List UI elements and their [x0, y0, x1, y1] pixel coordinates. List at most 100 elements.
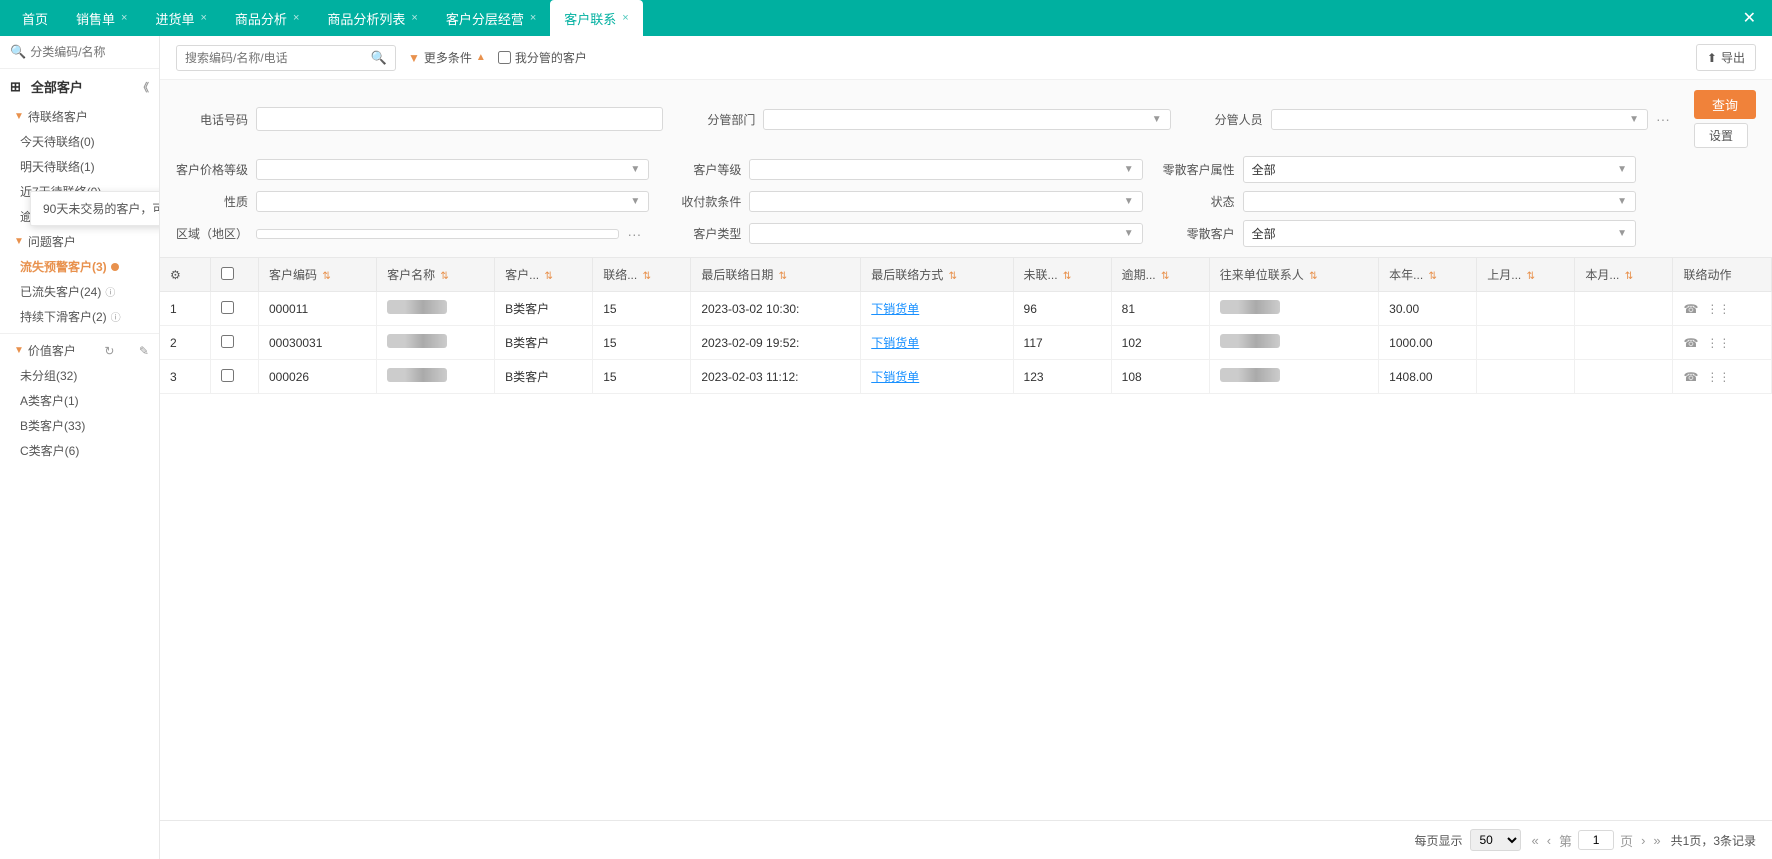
tab-close-customer-contact[interactable]: × [622, 12, 628, 24]
cell-action-2[interactable]: ☎ ⋮⋮ [1673, 360, 1772, 394]
page-number-input[interactable] [1578, 830, 1614, 850]
main-search-icon[interactable]: 🔍 [371, 50, 387, 66]
th-contact-person[interactable]: 往来单位联系人 ⇅ [1209, 258, 1378, 292]
sidebar-item-class-c[interactable]: C类客户(6) [0, 438, 159, 463]
action-more-icon-1[interactable]: ⋮⋮ [1706, 336, 1730, 350]
cell-checkbox-0[interactable] [210, 292, 259, 326]
th-last-method[interactable]: 最后联络方式 ⇅ [861, 258, 1013, 292]
query-button[interactable]: 查询 [1694, 90, 1756, 119]
th-type[interactable]: 客户... ⇅ [495, 258, 593, 292]
cell-last-month-1 [1477, 326, 1575, 360]
region-select[interactable] [256, 229, 619, 239]
price-level-select[interactable]: ▼ [256, 159, 649, 180]
cell-last-method-0[interactable]: 下销货单 [861, 292, 1013, 326]
action-contact-icon-1[interactable]: ☎ [1683, 336, 1698, 350]
customer-level-select[interactable]: ▼ [749, 159, 1142, 180]
tab-close-purchase[interactable]: × [200, 12, 206, 24]
payment-select[interactable]: ▼ [749, 191, 1142, 212]
th-last-date[interactable]: 最后联络日期 ⇅ [691, 258, 861, 292]
tab-product-analysis-list[interactable]: 商品分析列表 × [313, 0, 431, 36]
tab-sales[interactable]: 销售单 × [62, 0, 141, 36]
tab-customer-contact[interactable]: 客户联系 × [550, 0, 642, 36]
action-contact-icon-2[interactable]: ☎ [1683, 370, 1698, 384]
tab-customer-layered[interactable]: 客户分层经营 × [432, 0, 550, 36]
close-all-tabs-button[interactable]: ✕ [1735, 8, 1764, 28]
sidebar-item-churn-warning[interactable]: 流失预警客户(3) [0, 254, 159, 279]
page-nav: « ‹ 第 页 › » [1529, 830, 1662, 850]
gender-select[interactable]: ▼ [256, 191, 649, 212]
cell-code-0: 000011 [259, 292, 377, 326]
sidebar-item-class-a[interactable]: A类客户(1) [0, 388, 159, 413]
sort-overdue-icon: ⇅ [1161, 271, 1169, 282]
th-contact[interactable]: 联络... ⇅ [593, 258, 691, 292]
row-checkbox-2[interactable] [221, 369, 234, 382]
row-checkbox-1[interactable] [221, 335, 234, 348]
zero-attr-select[interactable]: 全部 ▼ [1243, 156, 1636, 183]
cell-action-0[interactable]: ☎ ⋮⋮ [1673, 292, 1772, 326]
prev-page-button[interactable]: ‹ [1545, 833, 1553, 848]
sidebar-item-today-pending[interactable]: 今天待联络(0) [0, 129, 159, 154]
tab-close-sales[interactable]: × [121, 12, 127, 24]
select-all-checkbox[interactable] [221, 267, 234, 280]
th-this-year[interactable]: 本年... ⇅ [1379, 258, 1477, 292]
cell-action-1[interactable]: ☎ ⋮⋮ [1673, 326, 1772, 360]
person-more-icon[interactable]: ··· [1648, 111, 1678, 127]
value-edit-icon[interactable]: ✎ [139, 344, 149, 358]
th-overdue[interactable]: 逾期... ⇅ [1111, 258, 1209, 292]
first-page-button[interactable]: « [1529, 833, 1540, 848]
more-conditions-button[interactable]: ▼ 更多条件 ▲ [408, 49, 486, 66]
sidebar-group-value[interactable]: ▼ 价值客户 ↻ ✎ [0, 338, 159, 363]
sidebar: 🔍 ⊞ 全部客户 《 ▼ 待联络客户 今天待联络(0) 明天待联络(1) 近7天… [0, 36, 160, 859]
tab-close-product-analysis[interactable]: × [293, 12, 299, 24]
page-size-select[interactable]: 50 20 100 [1470, 829, 1521, 851]
customer-type-select[interactable]: ▼ [749, 223, 1142, 244]
sidebar-search-input[interactable] [30, 45, 149, 59]
th-code[interactable]: 客户编码 ⇅ [259, 258, 377, 292]
export-button[interactable]: ⬆ 导出 [1696, 44, 1756, 71]
last-page-button[interactable]: » [1651, 833, 1662, 848]
sidebar-group-problem[interactable]: ▼ 问题客户 [0, 229, 159, 254]
dept-select[interactable]: ▼ [763, 109, 1170, 130]
tab-product-analysis[interactable]: 商品分析 × [221, 0, 313, 36]
last-method-link-2[interactable]: 下销货单 [871, 370, 919, 384]
settings-button[interactable]: 设置 [1694, 123, 1748, 148]
th-checkbox[interactable] [210, 258, 259, 292]
cell-checkbox-2[interactable] [210, 360, 259, 394]
value-refresh-icon[interactable]: ↻ [104, 344, 114, 358]
next-page-button[interactable]: › [1639, 833, 1647, 848]
phone-input[interactable] [256, 107, 663, 131]
action-more-icon-0[interactable]: ⋮⋮ [1706, 302, 1730, 316]
action-more-icon-2[interactable]: ⋮⋮ [1706, 370, 1730, 384]
cell-last-method-2[interactable]: 下销货单 [861, 360, 1013, 394]
th-name[interactable]: 客户名称 ⇅ [377, 258, 495, 292]
status-select[interactable]: ▼ [1243, 191, 1636, 212]
sort-last-date-icon: ⇅ [779, 271, 787, 282]
zero-customer-select[interactable]: 全部 ▼ [1243, 220, 1636, 247]
my-customers-checkbox[interactable] [498, 51, 511, 64]
sidebar-item-churned[interactable]: 已流失客户(24) ⓘ [0, 279, 159, 304]
sidebar-item-declining[interactable]: 持续下滑客户(2) ⓘ [0, 304, 159, 329]
tab-close-customer-layered[interactable]: × [530, 12, 536, 24]
tab-purchase[interactable]: 进货单 × [141, 0, 220, 36]
row-checkbox-0[interactable] [221, 301, 234, 314]
action-contact-icon-0[interactable]: ☎ [1683, 302, 1698, 316]
person-select[interactable]: ▼ [1271, 109, 1648, 130]
region-more-icon[interactable]: ··· [619, 226, 649, 242]
sort-contact-person-icon: ⇅ [1309, 271, 1317, 282]
th-uncontacted[interactable]: 未联... ⇅ [1013, 258, 1111, 292]
sidebar-group-pending[interactable]: ▼ 待联络客户 [0, 104, 159, 129]
tab-homepage[interactable]: 首页 [8, 0, 62, 36]
th-this-month[interactable]: 本月... ⇅ [1575, 258, 1673, 292]
last-method-link-0[interactable]: 下销货单 [871, 302, 919, 316]
last-method-link-1[interactable]: 下销货单 [871, 336, 919, 350]
sidebar-item-class-b[interactable]: B类客户(33) [0, 413, 159, 438]
cell-checkbox-1[interactable] [210, 326, 259, 360]
th-last-month[interactable]: 上月... ⇅ [1477, 258, 1575, 292]
sidebar-item-tomorrow-pending[interactable]: 明天待联络(1) [0, 154, 159, 179]
tab-close-product-analysis-list[interactable]: × [411, 12, 417, 24]
cell-last-method-1[interactable]: 下销货单 [861, 326, 1013, 360]
th-settings[interactable]: ⚙ [160, 258, 210, 292]
main-search-input[interactable] [185, 51, 371, 65]
all-customers-header[interactable]: ⊞ 全部客户 《 [0, 69, 159, 104]
sidebar-item-ungroup[interactable]: 未分组(32) [0, 363, 159, 388]
